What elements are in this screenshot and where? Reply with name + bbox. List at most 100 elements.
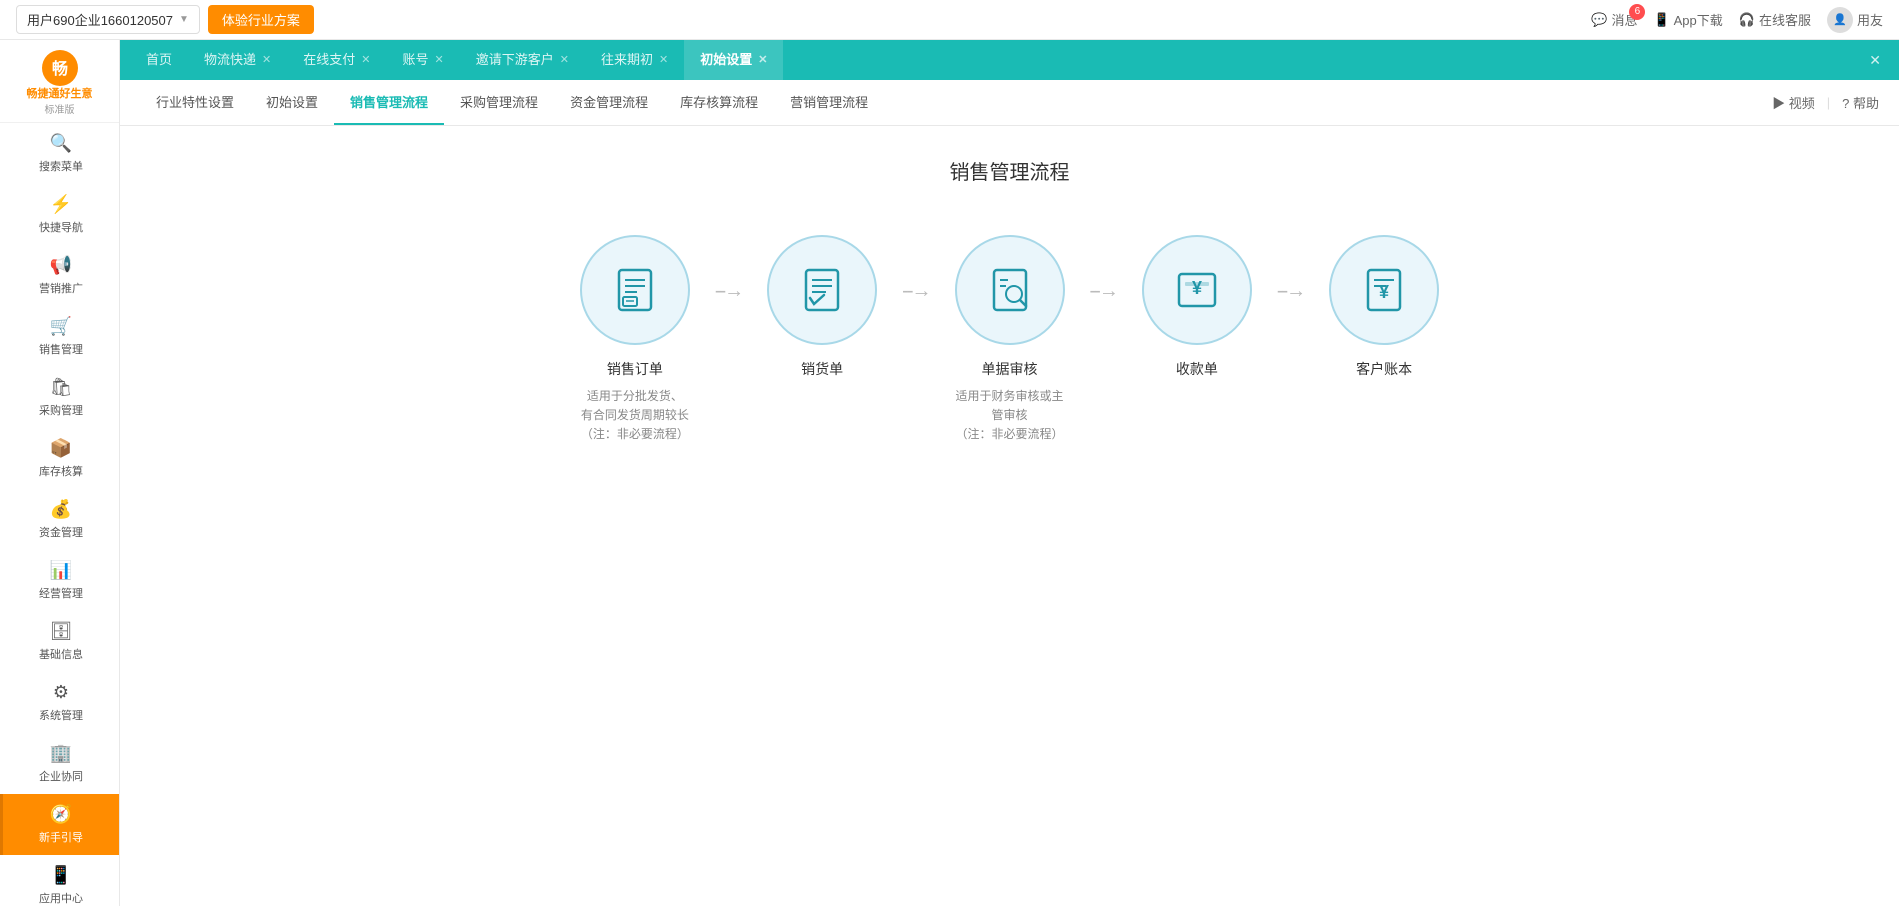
flow-label-ledger: 客户账本	[1356, 359, 1412, 379]
online-service-btn[interactable]: 🎧 在线客服	[1739, 10, 1811, 29]
money-icon: 💰	[50, 499, 72, 520]
layout: 畅 畅捷通好生意 标准版 🔍 搜索菜单 ⚡ 快捷导航 📢 营销推广 🛒 销售管理…	[0, 40, 1899, 906]
flow-circle-receipt[interactable]: ¥	[1142, 235, 1252, 345]
close-invite-icon[interactable]: ✕	[560, 40, 569, 80]
user-name: 用友	[1857, 10, 1883, 29]
sidebar-item-enterprise[interactable]: 🏢 企业协同	[0, 733, 119, 794]
nav-tab-account[interactable]: 账号 ✕	[386, 40, 459, 80]
close-account-icon[interactable]: ✕	[435, 40, 444, 80]
nav-tab-account-label: 账号	[402, 40, 428, 80]
search-icon: 🔍	[50, 133, 72, 154]
sidebar-item-basic[interactable]: 🗄 基础信息	[0, 611, 119, 672]
nav-tab-invite[interactable]: 邀请下游客户 ✕	[460, 40, 585, 80]
flow-circle-invoice[interactable]	[767, 235, 877, 345]
sidebar-item-finance[interactable]: 💰 资金管理	[0, 489, 119, 550]
flow-circle-sales-order[interactable]	[580, 235, 690, 345]
headset-icon: 🎧	[1739, 12, 1755, 28]
message-badge: 6	[1629, 4, 1645, 20]
sidebar-item-system[interactable]: ⚙ 系统管理	[0, 672, 119, 733]
nav-tab-home[interactable]: 首页	[130, 40, 188, 80]
sub-tab-marketing-flow[interactable]: 营销管理流程	[774, 80, 884, 125]
sub-tabs-right: ▶ 视频 | ? 帮助	[1772, 93, 1879, 112]
help-btn[interactable]: ? 帮助	[1842, 93, 1879, 112]
sub-tab-inventory-flow[interactable]: 库存核算流程	[664, 80, 774, 125]
flow-desc-review: 适用于财务审核或主管审核（注：非必要流程）	[955, 387, 1063, 445]
flow-node-review: 单据审核 适用于财务审核或主管审核（注：非必要流程）	[930, 235, 1090, 445]
sub-tab-marketing-flow-label: 营销管理流程	[790, 95, 868, 110]
flow-label-receipt: 收款单	[1176, 359, 1218, 379]
close-all-tabs-icon[interactable]: ✕	[1861, 52, 1889, 69]
sidebar-item-operations[interactable]: 📊 经营管理	[0, 550, 119, 611]
sidebar-item-quick[interactable]: ⚡ 快捷导航	[0, 184, 119, 245]
flow-node-invoice: 销货单	[742, 235, 902, 387]
sub-tab-purchase-flow[interactable]: 采购管理流程	[444, 80, 554, 125]
flow-node-ledger: ¥ 客户账本	[1304, 235, 1464, 387]
content-area: 行业特性设置 初始设置 销售管理流程 采购管理流程 资金管理流程	[120, 80, 1899, 906]
flow-arrow-2: --→	[902, 235, 929, 303]
sidebar-logo: 畅 畅捷通好生意 标准版	[0, 40, 119, 123]
page-title: 销售管理流程	[180, 156, 1839, 185]
close-period-icon[interactable]: ✕	[659, 40, 668, 80]
database-icon: 🗄	[50, 621, 73, 642]
message-icon: 💬	[1591, 12, 1607, 28]
top-bar-right: 💬 6 消息 📱 App下载 🎧 在线客服 👤 用友	[1591, 7, 1883, 33]
sidebar-item-search[interactable]: 🔍 搜索菜单	[0, 123, 119, 184]
sidebar-item-appstore[interactable]: 📱 应用中心	[0, 855, 119, 906]
box-icon: 📦	[50, 438, 72, 459]
flow-diagram: 销售订单 适用于分批发货、有合同发货周期较长（注：非必要流程） --→	[180, 235, 1839, 445]
sidebar-item-inventory[interactable]: 📦 库存核算	[0, 428, 119, 489]
sidebar-item-purchase[interactable]: 🛍 采购管理	[0, 367, 119, 428]
top-bar-left: 用户690企业1660120507 ▼ 体验行业方案	[16, 5, 314, 34]
flow-circle-ledger[interactable]: ¥	[1329, 235, 1439, 345]
video-help-btn[interactable]: ▶ 视频	[1772, 93, 1815, 112]
cart-icon: 🛒	[50, 316, 72, 337]
avatar: 👤	[1827, 7, 1853, 33]
sub-tab-init[interactable]: 初始设置	[250, 80, 334, 125]
building-icon: 🏢	[50, 743, 72, 764]
flow-node-receipt: ¥ 收款单	[1117, 235, 1277, 387]
app-download-btn[interactable]: 📱 App下载	[1653, 10, 1722, 29]
sidebar-label-search: 搜索菜单	[39, 158, 83, 174]
help-label: 帮助	[1853, 96, 1879, 111]
top-bar: 用户690企业1660120507 ▼ 体验行业方案 💬 6 消息 📱 App下…	[0, 0, 1899, 40]
user-avatar-btn[interactable]: 👤 用友	[1827, 7, 1883, 33]
sidebar-item-sales[interactable]: 🛒 销售管理	[0, 306, 119, 367]
app-download-label: App下载	[1674, 10, 1723, 29]
sub-tab-funds-flow[interactable]: 资金管理流程	[554, 80, 664, 125]
sidebar-item-marketing[interactable]: 📢 营销推广	[0, 245, 119, 306]
user-selector[interactable]: 用户690企业1660120507 ▼	[16, 5, 200, 34]
sidebar: 畅 畅捷通好生意 标准版 🔍 搜索菜单 ⚡ 快捷导航 📢 营销推广 🛒 销售管理…	[0, 40, 120, 906]
sidebar-label-enterprise: 企业协同	[39, 768, 83, 784]
nav-tab-init[interactable]: 初始设置 ✕	[684, 40, 783, 80]
close-logistics-icon[interactable]: ✕	[262, 40, 271, 80]
sub-tab-industry-label: 行业特性设置	[156, 95, 234, 110]
close-init-icon[interactable]: ✕	[758, 40, 767, 80]
nav-tab-period-label: 往来期初	[601, 40, 653, 80]
flow-arrow-1: --→	[715, 235, 742, 303]
lightning-icon: ⚡	[50, 194, 72, 215]
flow-node-sales-order: 销售订单 适用于分批发货、有合同发货周期较长（注：非必要流程）	[555, 235, 715, 445]
sub-tab-industry[interactable]: 行业特性设置	[140, 80, 250, 125]
close-payment-icon[interactable]: ✕	[361, 40, 370, 80]
sidebar-label-purchase: 采购管理	[39, 402, 83, 418]
svg-text:畅: 畅	[51, 59, 67, 78]
nav-tab-period[interactable]: 往来期初 ✕	[585, 40, 684, 80]
nav-tab-logistics[interactable]: 物流快递 ✕	[188, 40, 287, 80]
message-btn[interactable]: 💬 6 消息	[1591, 10, 1637, 29]
flow-arrow-3: --→	[1090, 235, 1117, 303]
nav-tab-home-label: 首页	[146, 40, 172, 80]
nav-tab-payment-label: 在线支付	[303, 40, 355, 80]
online-service-label: 在线客服	[1759, 10, 1811, 29]
flow-circle-review[interactable]	[955, 235, 1065, 345]
sidebar-item-newbie[interactable]: 🧭 新手引导	[0, 794, 119, 855]
divider: |	[1827, 95, 1830, 110]
flow-label-invoice: 销货单	[801, 359, 843, 379]
page-body: 销售管理流程	[120, 126, 1899, 475]
trial-btn[interactable]: 体验行业方案	[208, 5, 314, 34]
nav-tab-payment[interactable]: 在线支付 ✕	[287, 40, 386, 80]
sub-tab-sales-flow[interactable]: 销售管理流程	[334, 80, 444, 125]
flow-desc-sales-order: 适用于分批发货、有合同发货周期较长（注：非必要流程）	[581, 387, 689, 445]
sub-tab-funds-flow-label: 资金管理流程	[570, 95, 648, 110]
logo-icon: 畅	[42, 50, 78, 86]
sidebar-label-marketing: 营销推广	[39, 280, 83, 296]
